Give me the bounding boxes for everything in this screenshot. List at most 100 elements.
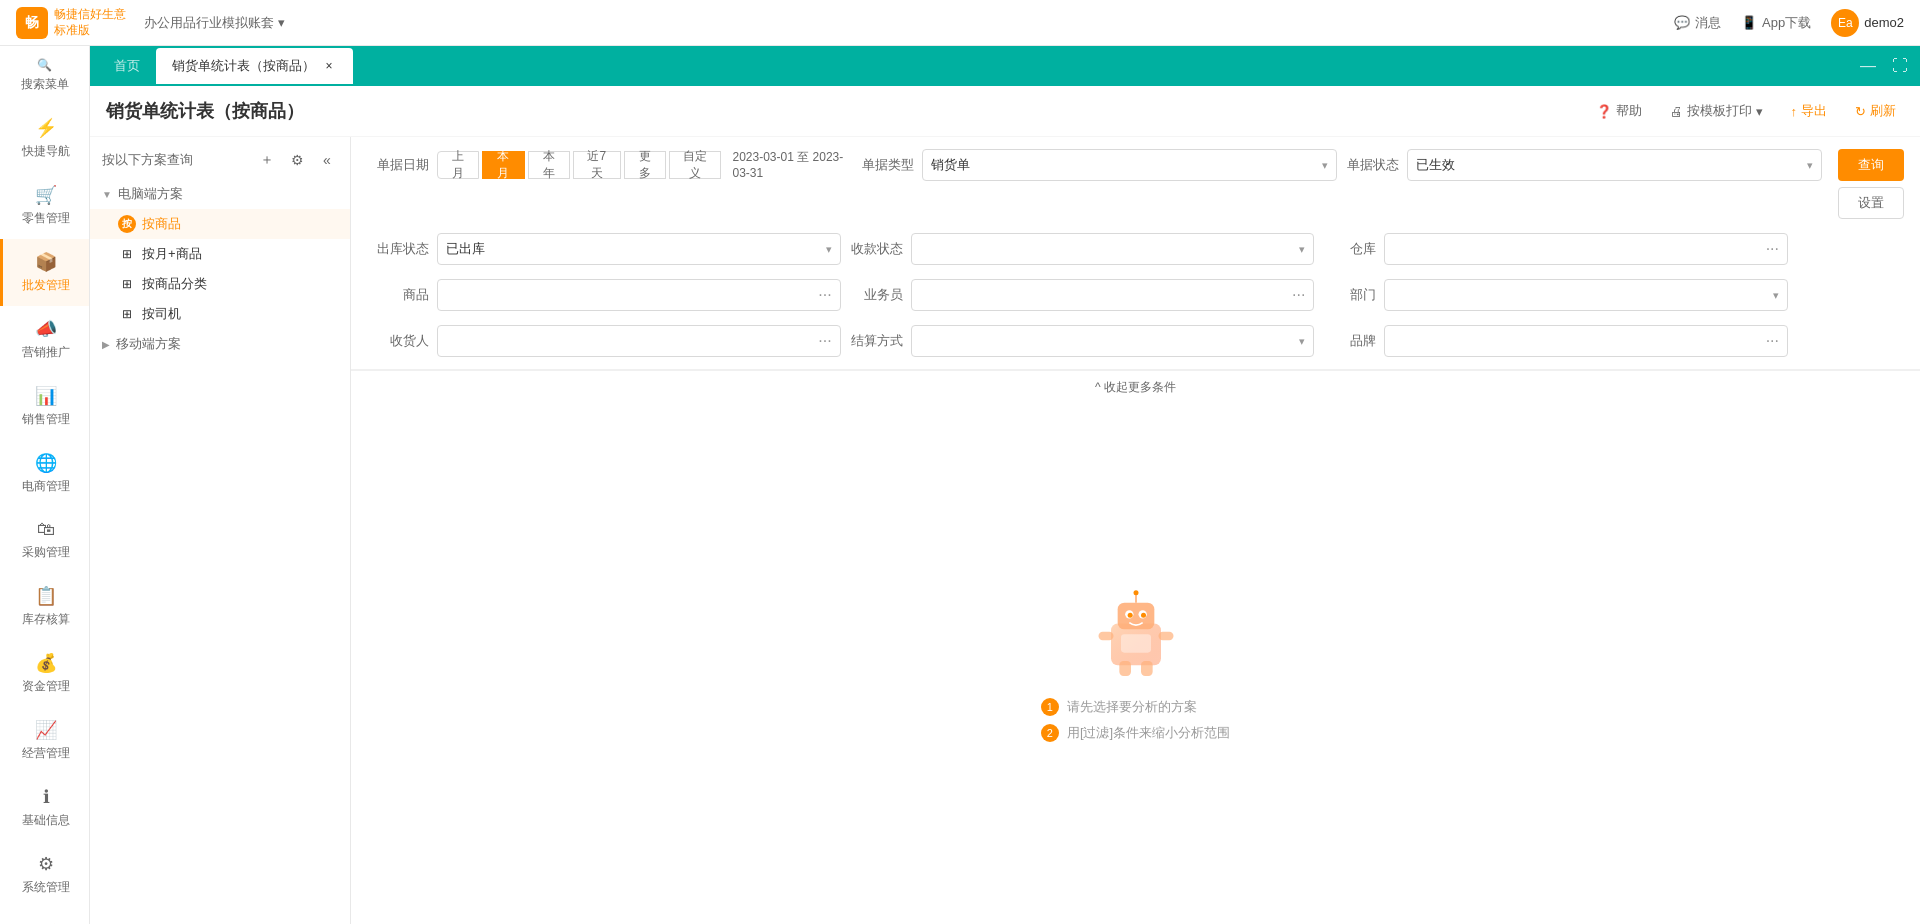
svg-point-4	[1127, 613, 1132, 618]
add-scheme-button[interactable]: ＋	[256, 149, 278, 171]
warehouse-dots: ···	[1766, 240, 1779, 258]
inventory-icon: 📋	[35, 585, 57, 607]
sidebar-item-ecom[interactable]: 🌐 电商管理	[0, 440, 89, 507]
salesman-input[interactable]: ···	[911, 279, 1315, 311]
recipient-input[interactable]: ···	[437, 325, 841, 357]
svg-point-5	[1141, 613, 1146, 618]
tab-home[interactable]: 首页	[98, 48, 156, 84]
type-select[interactable]: 销货单 ▾	[922, 149, 1337, 181]
help-button[interactable]: ❓ 帮助	[1588, 98, 1650, 124]
date-btn-this-year[interactable]: 本年	[528, 151, 570, 179]
filter-goods: 商品 ···	[367, 279, 841, 311]
date-btn-this-month[interactable]: 本月	[482, 151, 524, 179]
page-title-bar: 销货单统计表（按商品） ❓ 帮助 🖨 按模板打印 ▾ ↑ 导出	[90, 86, 1920, 136]
sidebar-item-purchase[interactable]: 🛍 采购管理	[0, 507, 89, 573]
print-button[interactable]: 🖨 按模板打印 ▾	[1662, 98, 1771, 124]
tree-item-by-category[interactable]: ⊞ 按商品分类	[90, 269, 350, 299]
content-area: 首页 销货单统计表（按商品） × — ⛶ 销货单统计表（按商品） ❓ 帮助	[90, 46, 1920, 924]
enterprise-icon: 🤝	[35, 920, 57, 924]
filter-salesman: 业务员 ···	[841, 279, 1315, 311]
sidebar-item-inventory[interactable]: 📋 库存核算	[0, 573, 89, 640]
help-icon: ❓	[1596, 104, 1612, 119]
tab-minimize-button[interactable]: —	[1856, 54, 1880, 78]
tab-current[interactable]: 销货单统计表（按商品） ×	[156, 48, 353, 84]
status-arrow-icon: ▾	[1807, 159, 1813, 172]
expand-icon-mobile: ▶	[102, 339, 110, 350]
empty-state: 1 请先选择要分析的方案 2 用[过滤]条件来缩小分析范围	[351, 404, 1920, 924]
filter-date-item: 单据日期 上月 本月 本年 近7天 更多 自定义 2023-03-01 至 20…	[367, 149, 852, 180]
sidebar-item-shortcut[interactable]: ⚡ 快捷导航	[0, 105, 89, 172]
filter-settlement: 结算方式 ▾	[841, 325, 1315, 357]
brand-dots: ···	[1766, 332, 1779, 350]
svg-rect-8	[1098, 632, 1113, 640]
collection-label: 收款状态	[841, 240, 911, 258]
sidebar-item-search[interactable]: 🔍 搜索菜单	[0, 46, 89, 105]
tab-close-button[interactable]: ×	[321, 58, 337, 74]
filter-out-status: 出库状态 已出库 ▾	[367, 233, 841, 265]
status-label: 单据状态	[1337, 156, 1407, 174]
scheme-icon-category: ⊞	[118, 275, 136, 293]
date-range-text: 2023-03-01 至 2023-03-31	[732, 149, 852, 180]
print-icon: 🖨	[1670, 104, 1683, 119]
chevron-down-icon: ▾	[278, 15, 285, 30]
ecom-icon: 🌐	[35, 452, 57, 474]
empty-step-2: 2 用[过滤]条件来缩小分析范围	[1041, 724, 1230, 742]
app-download-button[interactable]: 📱 App下载	[1741, 14, 1811, 32]
refresh-icon: ↻	[1855, 104, 1866, 119]
brand-input[interactable]: ···	[1384, 325, 1788, 357]
left-panel: 按以下方案查询 ＋ ⚙ « ▼ 电脑端方案 按	[90, 137, 350, 924]
settlement-select[interactable]: ▾	[911, 325, 1315, 357]
refresh-button[interactable]: ↻ 刷新	[1847, 98, 1904, 124]
expand-icon: ▼	[102, 189, 112, 200]
query-button[interactable]: 查询	[1838, 149, 1904, 181]
tree-item-by-driver[interactable]: ⊞ 按司机	[90, 299, 350, 329]
filter-section: 单据日期 上月 本月 本年 近7天 更多 自定义 2023-03-01 至 20…	[351, 137, 1920, 370]
settings-button[interactable]: 设置	[1838, 187, 1904, 219]
sidebar-item-basic[interactable]: ℹ 基础信息	[0, 774, 89, 841]
logo-area: 畅 畅捷信好生意 标准版	[16, 7, 126, 39]
date-btn-custom[interactable]: 自定义	[669, 151, 721, 179]
sidebar-item-enterprise[interactable]: 🤝 企业协同	[0, 908, 89, 924]
collection-select[interactable]: ▾	[911, 233, 1315, 265]
goods-input[interactable]: ···	[437, 279, 841, 311]
date-btn-last-month[interactable]: 上月	[437, 151, 479, 179]
industry-selector[interactable]: 办公用品行业模拟账套 ▾	[136, 10, 293, 36]
salesman-label: 业务员	[841, 286, 911, 304]
header-left: 畅 畅捷信好生意 标准版 办公用品行业模拟账套 ▾	[16, 7, 293, 39]
date-btn-more[interactable]: 更多	[624, 151, 666, 179]
sidebar-item-sales[interactable]: 📊 销售管理	[0, 373, 89, 440]
filter-dept: 部门 ▾	[1314, 279, 1788, 311]
collapse-panel-button[interactable]: «	[316, 149, 338, 171]
date-btn-7days[interactable]: 近7天	[573, 151, 621, 179]
tree-item-by-month-goods[interactable]: ⊞ 按月+商品	[90, 239, 350, 269]
collection-arrow: ▾	[1299, 243, 1305, 256]
logo-text: 畅捷信好生意 标准版	[54, 7, 126, 38]
recipient-label: 收货人	[367, 332, 437, 350]
brand-label: 品牌	[1314, 332, 1384, 350]
sidebar-item-system[interactable]: ⚙ 系统管理	[0, 841, 89, 908]
export-button[interactable]: ↑ 导出	[1783, 98, 1836, 124]
out-status-select[interactable]: 已出库 ▾	[437, 233, 841, 265]
sidebar-item-marketing[interactable]: 📣 营销推广	[0, 306, 89, 373]
sidebar-item-operations[interactable]: 📈 经营管理	[0, 707, 89, 774]
tree-group-pc[interactable]: ▼ 电脑端方案	[90, 179, 350, 209]
status-select[interactable]: 已生效 ▾	[1407, 149, 1822, 181]
filter-row-1: 单据日期 上月 本月 本年 近7天 更多 自定义 2023-03-01 至 20…	[367, 149, 1904, 219]
empty-steps: 1 请先选择要分析的方案 2 用[过滤]条件来缩小分析范围	[1041, 698, 1230, 742]
sidebar-item-finance[interactable]: 💰 资金管理	[0, 640, 89, 707]
settings-scheme-button[interactable]: ⚙	[286, 149, 308, 171]
sidebar: 🔍 搜索菜单 ⚡ 快捷导航 🛒 零售管理 📦 批发管理 📣 营销推广 📊 销售管…	[0, 46, 90, 924]
recipient-dots: ···	[818, 332, 831, 350]
sidebar-item-retail[interactable]: 🛒 零售管理	[0, 172, 89, 239]
warehouse-input[interactable]: ···	[1384, 233, 1788, 265]
tab-maximize-button[interactable]: ⛶	[1888, 54, 1912, 78]
collapse-bar[interactable]: ^ 收起更多条件	[351, 370, 1920, 404]
sidebar-item-wholesale[interactable]: 📦 批发管理	[0, 239, 89, 306]
tree-item-by-goods[interactable]: 按 按商品	[90, 209, 350, 239]
svg-point-7	[1133, 590, 1138, 595]
user-area[interactable]: Ea demo2	[1831, 9, 1904, 37]
query-buttons: 查询 设置	[1838, 149, 1904, 219]
tree-group-mobile[interactable]: ▶ 移动端方案	[90, 329, 350, 359]
message-button[interactable]: 💬 消息	[1674, 14, 1721, 32]
dept-select[interactable]: ▾	[1384, 279, 1788, 311]
